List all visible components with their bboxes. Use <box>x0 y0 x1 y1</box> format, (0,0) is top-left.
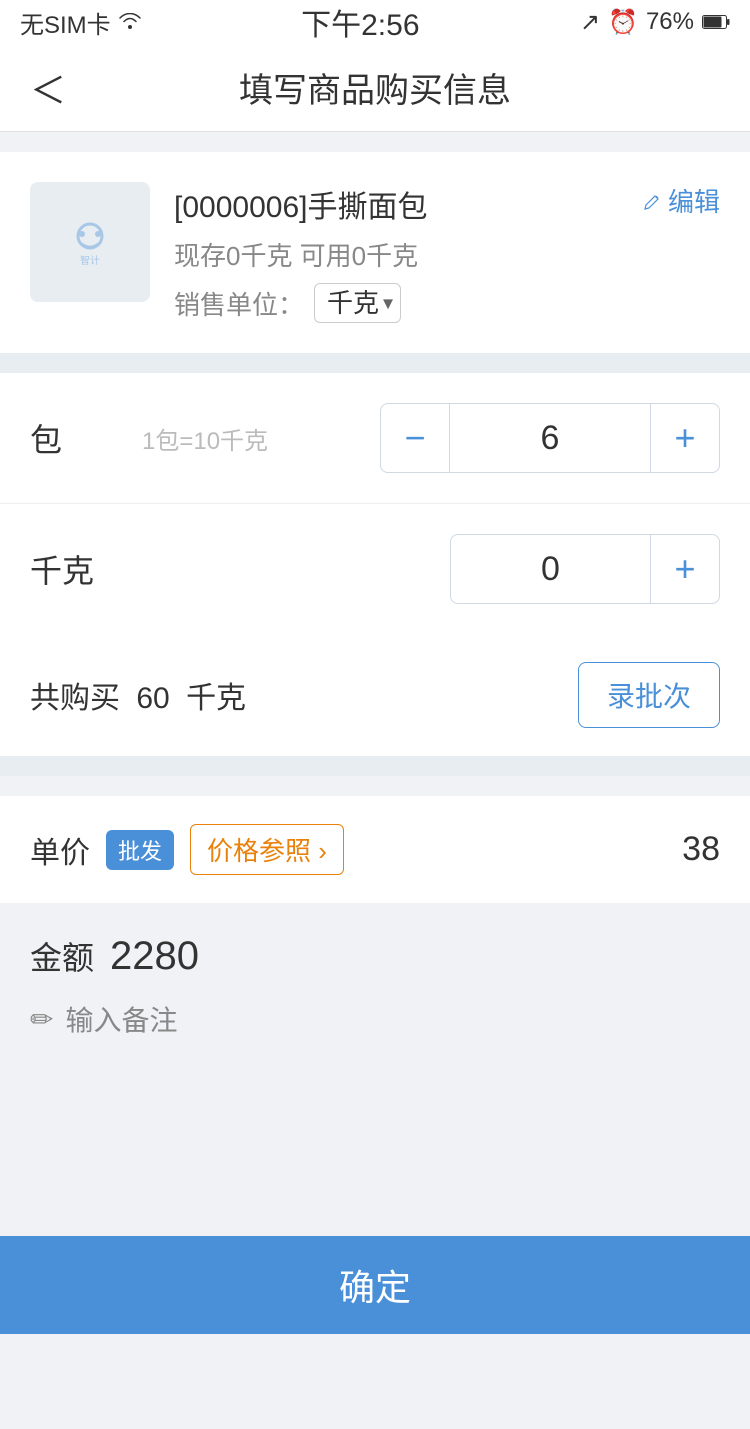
product-card: 智计 [0000006]手撕面包 现存0千克 可用0千克 销售单位： 千克 编辑 <box>0 152 750 353</box>
alarm-icon: ⏰ <box>608 8 638 37</box>
carrier-text: 无SIM卡 <box>20 5 111 40</box>
section-separator-2 <box>0 756 750 776</box>
kg-quantity-input[interactable] <box>450 534 650 604</box>
input-section: 包 1包=10千克 − + 千克 + <box>0 373 750 634</box>
pack-input-row: 包 1包=10千克 − + <box>0 373 750 504</box>
status-bar: 无SIM卡 下午2:56 ↗ ⏰ 76% <box>0 0 750 44</box>
pencil-icon: ✏ <box>30 1003 53 1036</box>
unit-select[interactable]: 千克 <box>314 283 401 323</box>
nav-bar: ＜ 填写商品购买信息 <box>0 44 750 132</box>
svg-text:智计: 智计 <box>80 254 100 267</box>
product-stock: 现存0千克 可用0千克 <box>174 236 720 273</box>
confirm-button[interactable]: 确定 <box>0 1236 750 1334</box>
product-unit: 销售单位： 千克 <box>174 283 720 323</box>
status-left: 无SIM卡 <box>20 5 141 40</box>
product-image: 智计 <box>30 182 150 302</box>
amount-section: 金额 2280 ✏ 输入备注 <box>0 903 750 1069</box>
product-info: [0000006]手撕面包 现存0千克 可用0千克 销售单位： 千克 <box>174 182 720 323</box>
price-tag: 批发 <box>106 830 174 870</box>
price-ref-button[interactable]: 价格参照 › <box>190 824 344 875</box>
note-label: 输入备注 <box>65 999 177 1039</box>
pack-plus-button[interactable]: + <box>650 403 720 473</box>
kg-input-row: 千克 + <box>0 504 750 634</box>
qty-number: 60 <box>136 682 169 715</box>
pack-label: 包 <box>30 415 130 461</box>
status-right: ↗ ⏰ 76% <box>580 8 730 37</box>
section-separator <box>0 353 750 373</box>
battery-text: 76% <box>646 8 694 36</box>
amount-row: 金额 2280 <box>30 933 720 979</box>
record-batch-button[interactable]: 录批次 <box>578 662 720 728</box>
wifi-icon <box>119 8 141 36</box>
price-section: 单价 批发 价格参照 › 38 <box>0 796 750 903</box>
status-time: 下午2:56 <box>301 0 419 44</box>
kg-label: 千克 <box>30 546 130 592</box>
note-row[interactable]: ✏ 输入备注 <box>30 999 720 1069</box>
edit-button[interactable]: 编辑 <box>644 182 720 219</box>
product-name: [0000006]手撕面包 <box>174 182 720 226</box>
battery-icon <box>702 8 730 36</box>
unit-select-wrap[interactable]: 千克 <box>314 283 401 323</box>
price-row: 单价 批发 价格参照 › 38 <box>30 824 720 875</box>
kg-plus-button[interactable]: + <box>650 534 720 604</box>
pack-hint: 1包=10千克 <box>142 421 380 456</box>
location-icon: ↗ <box>580 8 600 37</box>
qty-summary-text: 共购买 60 千克 <box>30 673 246 717</box>
pack-minus-button[interactable]: − <box>380 403 450 473</box>
pack-controls: − + <box>380 403 720 473</box>
qty-summary-row: 共购买 60 千克 录批次 <box>0 634 750 756</box>
amount-label: 金额 <box>30 933 94 979</box>
kg-controls: + <box>450 534 720 604</box>
page-title: 填写商品购买信息 <box>239 63 511 112</box>
price-label: 单价 <box>30 828 90 872</box>
price-value: 38 <box>682 830 720 869</box>
pack-quantity-input[interactable] <box>450 403 650 473</box>
amount-value: 2280 <box>110 934 199 979</box>
back-button[interactable]: ＜ <box>30 62 66 114</box>
